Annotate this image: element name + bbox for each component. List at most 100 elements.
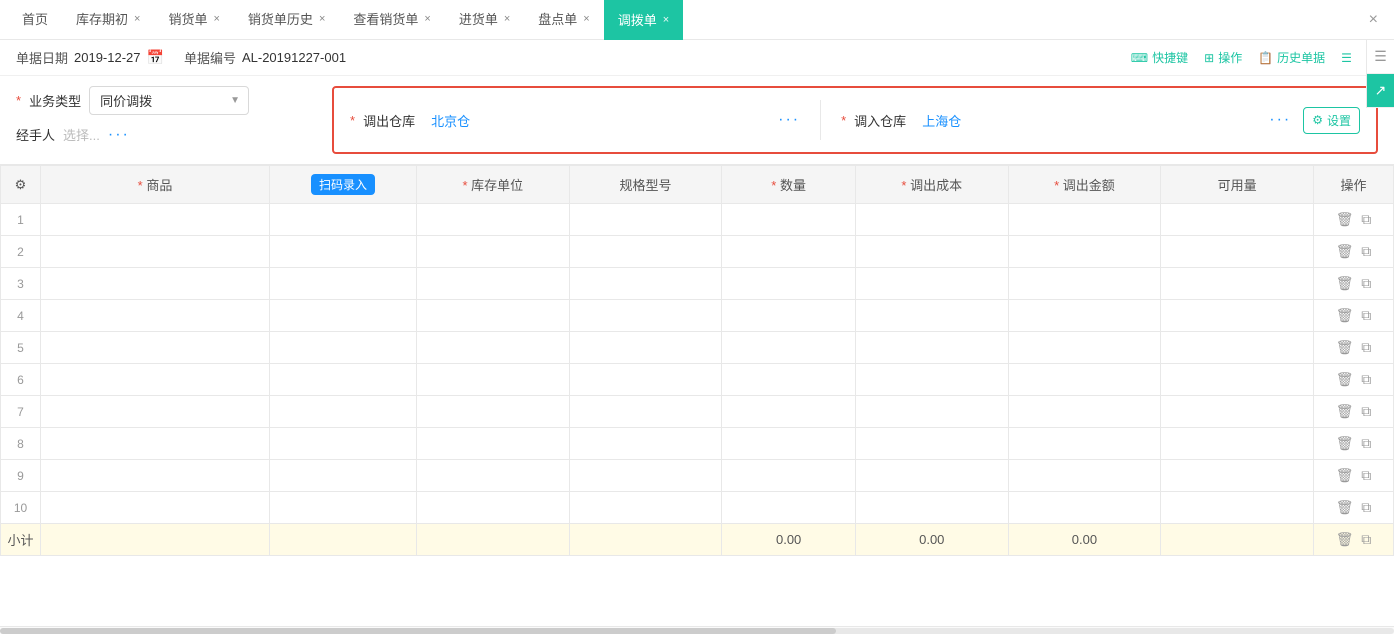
scan-cell [270, 300, 417, 332]
table-row: 7 🗑 ⧉ [1, 396, 1394, 428]
tab-view-sales-close[interactable]: × [424, 13, 430, 25]
calendar-icon[interactable]: 📅 [147, 49, 164, 66]
tab-sales-history-close[interactable]: × [319, 13, 325, 25]
window-close-button[interactable]: × [1361, 11, 1386, 29]
person-select[interactable]: 选择... [63, 125, 100, 144]
copy-icon[interactable]: ⧉ [1361, 307, 1371, 323]
tab-inventory-count[interactable]: 盘点单 × [524, 0, 603, 40]
unit-col-label: 库存单位 [462, 178, 523, 193]
table-settings-icon[interactable]: ⚙ [15, 177, 27, 192]
date-group: 单据日期 2019-12-27 📅 [16, 48, 164, 67]
row-num-cell: 4 [1, 300, 41, 332]
qty-cell [722, 428, 856, 460]
history-button[interactable]: 📋 历史单据 [1258, 49, 1325, 66]
delete-icon[interactable]: 🗑 [1336, 467, 1354, 483]
unit-cell [417, 364, 570, 396]
delete-icon[interactable]: 🗑 [1336, 243, 1354, 259]
scan-cell [270, 428, 417, 460]
copy-icon[interactable]: ⧉ [1361, 339, 1371, 355]
product-cell[interactable] [41, 428, 270, 460]
qty-cell [722, 236, 856, 268]
tab-view-sales[interactable]: 查看销货单 × [339, 0, 444, 40]
tab-transfer-order[interactable]: 调拨单 × [604, 0, 683, 40]
business-type-value: 同价调拨 [100, 91, 152, 110]
spec-cell [569, 428, 722, 460]
tab-sales-order[interactable]: 销货单 × [154, 0, 233, 40]
copy-icon[interactable]: ⧉ [1361, 499, 1371, 515]
copy-icon[interactable]: ⧉ [1361, 211, 1371, 227]
amount-cell [1008, 492, 1161, 524]
scrollbar-thumb[interactable] [0, 628, 836, 634]
tab-purchase-order[interactable]: 进货单 × [445, 0, 524, 40]
layout-list-button[interactable]: ☰ [1341, 51, 1352, 65]
product-cell[interactable] [41, 268, 270, 300]
tab-inventory-init-close[interactable]: × [134, 13, 140, 25]
actions-cell: 🗑 ⧉ [1314, 204, 1394, 236]
scrollbar-area[interactable] [0, 626, 1394, 634]
product-cell[interactable] [41, 460, 270, 492]
col-header-product: 商品 [41, 166, 270, 204]
sidebar-export-button[interactable]: ↗ [1367, 74, 1394, 108]
product-cell[interactable] [41, 492, 270, 524]
copy-icon[interactable]: ⧉ [1361, 275, 1371, 291]
table-row: 10 🗑 ⧉ [1, 492, 1394, 524]
tab-inventory-count-close[interactable]: × [583, 13, 589, 25]
col-header-scan: 扫码录入 [270, 166, 417, 204]
subtotal-delete-icon[interactable]: 🗑 [1336, 531, 1354, 547]
tab-purchase-order-close[interactable]: × [504, 13, 510, 25]
copy-icon[interactable]: ⧉ [1361, 435, 1371, 451]
actions-cell: 🗑 ⧉ [1314, 268, 1394, 300]
product-cell[interactable] [41, 332, 270, 364]
person-more-icon[interactable]: ··· [108, 126, 130, 144]
subtotal-amount: 0.00 [1072, 532, 1097, 547]
delete-icon[interactable]: 🗑 [1336, 403, 1354, 419]
delete-icon[interactable]: 🗑 [1336, 339, 1354, 355]
tab-inventory-init[interactable]: 库存期初 × [62, 0, 154, 40]
copy-icon[interactable]: ⧉ [1361, 403, 1371, 419]
subtotal-copy-icon[interactable]: ⧉ [1361, 531, 1371, 547]
delete-icon[interactable]: 🗑 [1336, 211, 1354, 227]
product-cell[interactable] [41, 300, 270, 332]
product-col-label: 商品 [138, 178, 173, 193]
shortcuts-button[interactable]: ⌨ 快捷键 [1131, 49, 1188, 66]
business-type-row: * 业务类型 同价调拨 ▼ [16, 86, 316, 115]
tab-sales-order-close[interactable]: × [213, 13, 219, 25]
transfer-out-more-icon[interactable]: ··· [778, 111, 800, 129]
row-number: 2 [17, 245, 24, 259]
transfer-in-more-icon[interactable]: ··· [1269, 111, 1291, 129]
subtotal-amount-cell: 0.00 [1008, 524, 1161, 556]
delete-icon[interactable]: 🗑 [1336, 499, 1354, 515]
delete-icon[interactable]: 🗑 [1336, 275, 1354, 291]
transfer-in-value: 上海仓 [922, 111, 961, 130]
delete-icon[interactable]: 🗑 [1336, 435, 1354, 451]
amount-cell [1008, 236, 1161, 268]
col-header-available: 可用量 [1161, 166, 1314, 204]
delete-icon[interactable]: 🗑 [1336, 307, 1354, 323]
product-cell[interactable] [41, 364, 270, 396]
copy-icon[interactable]: ⧉ [1361, 243, 1371, 259]
settings-button[interactable]: ⚙ 设置 [1303, 107, 1360, 134]
col-header-settings[interactable]: ⚙ [1, 166, 41, 204]
row-num-cell: 6 [1, 364, 41, 396]
tab-home[interactable]: 首页 [8, 0, 62, 40]
product-cell[interactable] [41, 204, 270, 236]
available-cell [1161, 428, 1314, 460]
table-row: 小计 0.00 0.00 0.00 🗑 ⧉ [1, 524, 1394, 556]
tab-transfer-order-close[interactable]: × [663, 14, 669, 26]
subtotal-available-cell [1161, 524, 1314, 556]
sidebar-list-button[interactable]: ☰ [1367, 40, 1394, 74]
tab-sales-history[interactable]: 销货单历史 × [234, 0, 339, 40]
product-cell[interactable] [41, 396, 270, 428]
delete-icon[interactable]: 🗑 [1336, 371, 1354, 387]
business-type-select[interactable]: 同价调拨 ▼ [89, 86, 249, 115]
operations-button[interactable]: ⊞ 操作 [1204, 49, 1242, 66]
available-cell [1161, 332, 1314, 364]
copy-icon[interactable]: ⧉ [1361, 467, 1371, 483]
available-cell [1161, 396, 1314, 428]
person-row: 经手人 选择... ··· [16, 125, 316, 144]
product-cell[interactable] [41, 236, 270, 268]
spec-cell [569, 268, 722, 300]
scan-button[interactable]: 扫码录入 [311, 174, 375, 195]
copy-icon[interactable]: ⧉ [1361, 371, 1371, 387]
cost-col-label: 调出成本 [901, 178, 962, 193]
